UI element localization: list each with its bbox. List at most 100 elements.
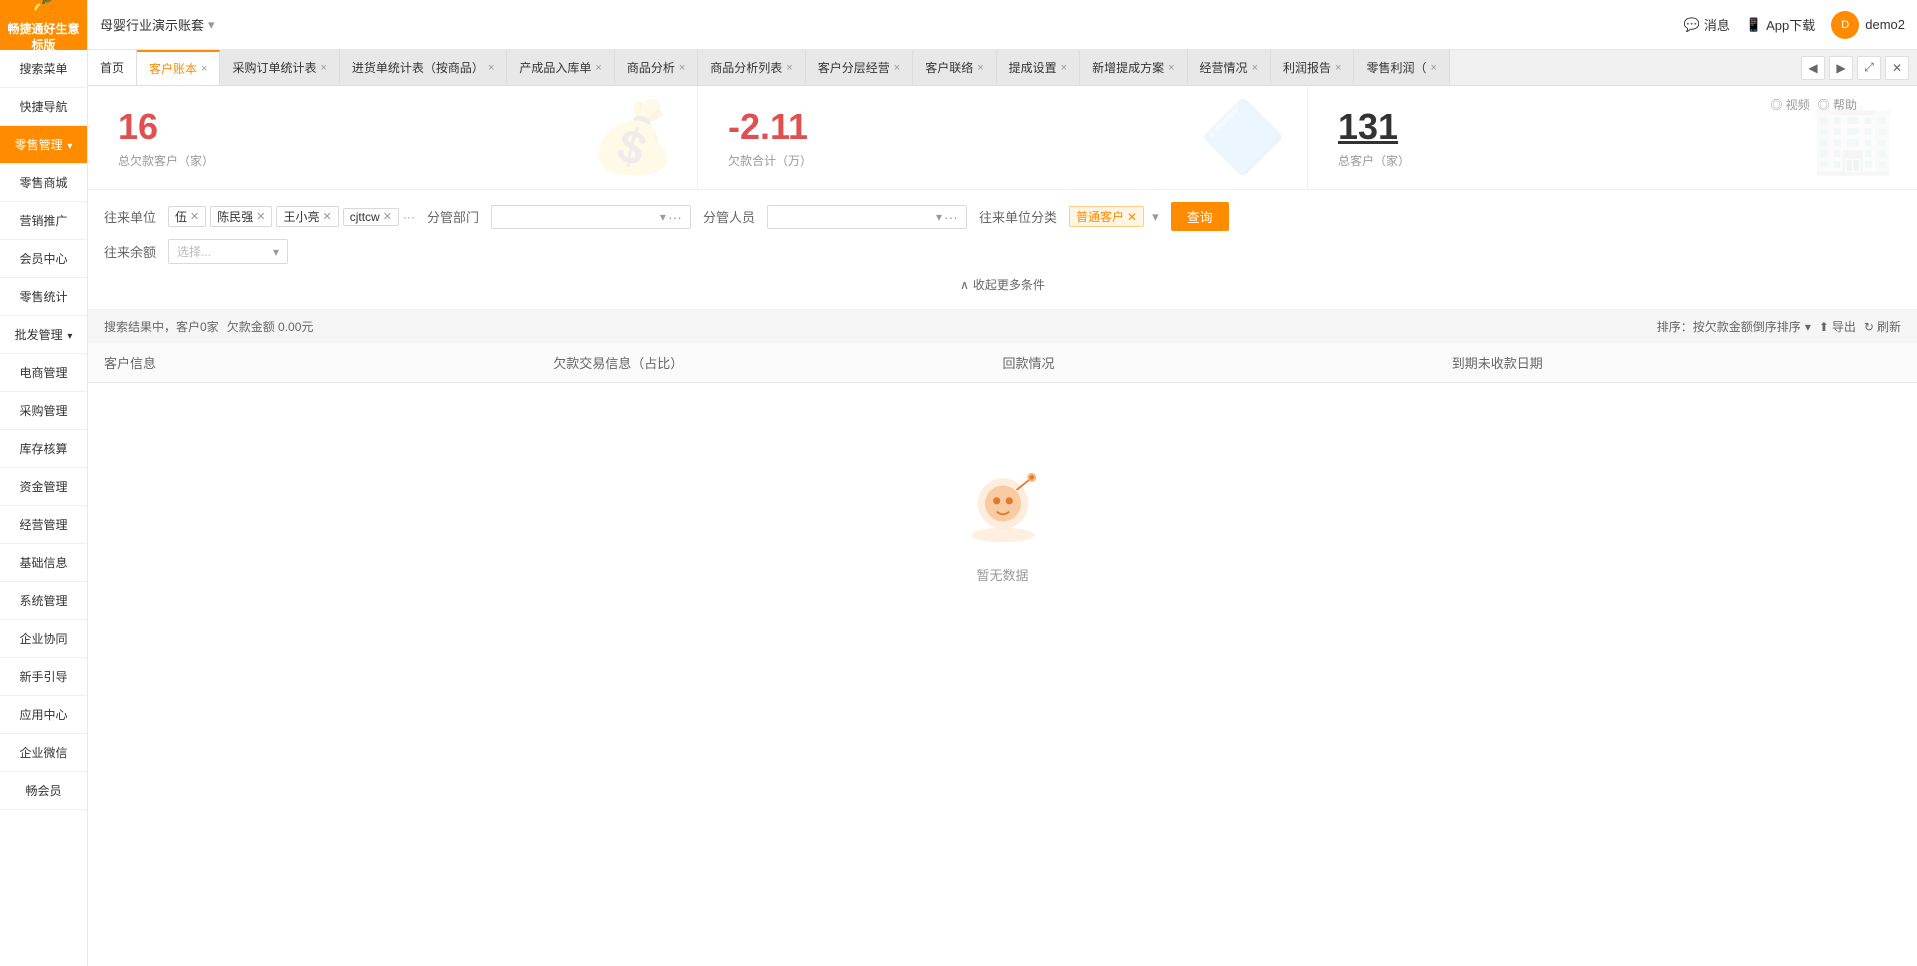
sidebar-item-wholesale-mgmt[interactable]: 批发管理 ▾ xyxy=(0,316,87,354)
tab-product-analysis[interactable]: 商品分析 × xyxy=(615,50,698,86)
result-bar-right: 排序：按欠款金额倒序排序 ▾ ⬆ 导出 ↻ 刷新 xyxy=(1657,318,1901,335)
sort-button[interactable]: 排序：按欠款金额倒序排序 ▾ xyxy=(1657,318,1811,335)
tab-operation-status[interactable]: 经营情况 × xyxy=(1188,50,1271,86)
tab-close-product-analysis[interactable]: × xyxy=(679,62,685,74)
sidebar-item-search[interactable]: 搜索菜单 xyxy=(0,50,87,88)
message-button[interactable]: 💬 消息 xyxy=(1684,15,1730,34)
tab-improvement-settings[interactable]: 提成设置× xyxy=(997,50,1080,86)
sidebar-item-retail-mall[interactable]: 零售商城 xyxy=(0,164,87,202)
sidebar-item-enterprise-coop[interactable]: 企业协同 xyxy=(0,620,87,658)
message-label: 消息 xyxy=(1704,15,1730,34)
tab-profit-report[interactable]: 利润报告× xyxy=(1271,50,1354,86)
app-download-button[interactable]: 📱 App下载 xyxy=(1746,15,1815,34)
tab-maximize[interactable]: ⤢ xyxy=(1857,56,1881,80)
stat-value-overdue-customers: 16 xyxy=(118,106,214,148)
tab-close-customer-contact[interactable]: × xyxy=(977,62,983,74)
stat-card-overdue-customers: 💰 16 总欠款客户（家） xyxy=(88,86,698,189)
tab-purchase-order[interactable]: 采购订单统计表 × xyxy=(220,50,339,86)
sidebar-item-purchase-mgmt[interactable]: 采购管理 xyxy=(0,392,87,430)
person-dots[interactable]: ··· xyxy=(944,209,958,225)
tab-label-operation-status: 经营情况 xyxy=(1200,59,1248,76)
sidebar-item-wechat-biz[interactable]: 企业微信 xyxy=(0,734,87,772)
sidebar-item-ops-mgmt[interactable]: 经营管理 xyxy=(0,506,87,544)
sidebar-item-retail-mgmt[interactable]: 零售管理 ▾ xyxy=(0,126,87,164)
tab-cost-inbound[interactable]: 产成品入库单× xyxy=(507,50,614,86)
tab-scroll-right[interactable]: ▶ xyxy=(1829,56,1853,80)
sidebar-item-member-plus[interactable]: 畅会员 xyxy=(0,772,87,810)
tag-chen-close[interactable]: ✕ xyxy=(256,210,265,223)
balance-select[interactable]: 选择... ▾ xyxy=(168,239,288,264)
content-area: 💰 16 总欠款客户（家） 🔷 -2.11 欠款合计（万） 🏢 xyxy=(88,86,1917,966)
sidebar-item-member-center[interactable]: 会员中心 xyxy=(0,240,87,278)
help-link[interactable]: ◎ 帮助 xyxy=(1818,96,1857,113)
tab-label-product-analysis: 商品分析 xyxy=(627,59,675,76)
tab-product-analysis-list[interactable]: 商品分析列表× xyxy=(698,50,805,86)
sidebar-item-app-center[interactable]: 应用中心 xyxy=(0,696,87,734)
sidebar-item-quick-nav[interactable]: 快捷导航 xyxy=(0,88,87,126)
tab-customer-contact[interactable]: 客户联络× xyxy=(913,50,996,86)
query-button[interactable]: 查询 xyxy=(1171,202,1229,231)
tab-label-customer-capital: 客户账本 xyxy=(149,60,197,77)
tab-close-retail-profit[interactable]: × xyxy=(1430,62,1436,74)
sidebar-item-new-guide[interactable]: 新手引导 xyxy=(0,658,87,696)
app-download-label: App下载 xyxy=(1766,15,1815,34)
video-link[interactable]: ◎ 视频 xyxy=(1770,96,1809,113)
sidebar-item-inventory[interactable]: 库存核算 xyxy=(0,430,87,468)
stat-info-2: -2.11 欠款合计（万） xyxy=(728,106,812,169)
category-chevron-icon[interactable]: ▾ xyxy=(1152,209,1159,225)
filter-row-2: 往来余额 选择... ▾ xyxy=(104,239,1901,264)
tag-normal-customer-close[interactable]: ✕ xyxy=(1127,210,1137,224)
balance-chevron-icon: ▾ xyxy=(273,245,279,259)
tab-home[interactable]: 首页 xyxy=(88,50,137,86)
tag-wang-close[interactable]: ✕ xyxy=(323,210,332,223)
tab-scroll-left[interactable]: ◀ xyxy=(1801,56,1825,80)
sidebar-item-retail-stats[interactable]: 零售统计 xyxy=(0,278,87,316)
tab-close-inbound-stat[interactable]: × xyxy=(488,62,494,74)
collapse-label: 收起更多条件 xyxy=(973,276,1045,293)
account-selector[interactable]: 母婴行业演示账套 ▾ xyxy=(100,15,215,34)
tab-inbound-stat[interactable]: 进货单统计表（按商品）× xyxy=(340,50,507,86)
user-profile[interactable]: D demo2 xyxy=(1831,11,1905,39)
sidebar-item-system-mgmt[interactable]: 系统管理 xyxy=(0,582,87,620)
tab-close-cost-inbound[interactable]: × xyxy=(595,62,601,74)
filter-more-btn[interactable]: ··· xyxy=(403,210,415,224)
topbar-right: 💬 消息 📱 App下载 D demo2 xyxy=(1684,11,1905,39)
tab-close-customer-capital[interactable]: × xyxy=(201,63,207,75)
message-icon: 💬 xyxy=(1684,17,1700,33)
sidebar-item-finance-mgmt[interactable]: 资金管理 xyxy=(0,468,87,506)
refresh-button[interactable]: ↻ 刷新 xyxy=(1864,318,1901,335)
department-select[interactable]: ▾ ··· xyxy=(491,205,691,229)
tab-close-profit-report[interactable]: × xyxy=(1335,62,1341,74)
topbar-left: 母婴行业演示账套 ▾ xyxy=(100,15,215,34)
tab-label-purchase-order: 采购订单统计表 xyxy=(232,59,316,76)
tab-retail-profit[interactable]: 零售利润（× xyxy=(1354,50,1449,86)
tab-customer-capital[interactable]: 客户账本 × xyxy=(137,50,220,86)
tab-close-all[interactable]: ✕ xyxy=(1885,56,1909,80)
department-chevron-icon: ▾ xyxy=(660,210,666,224)
tag-cjttcw-close[interactable]: ✕ xyxy=(383,210,392,223)
tab-customer-segment[interactable]: 客户分层经营× xyxy=(806,50,913,86)
person-chevron-icon: ▾ xyxy=(936,210,942,224)
tab-close-purchase-order[interactable]: × xyxy=(320,62,326,74)
unit-label: 往来单位 xyxy=(104,207,156,226)
refresh-label: 刷新 xyxy=(1877,318,1901,335)
tab-close-new-improvement[interactable]: × xyxy=(1168,62,1174,74)
sidebar-item-marketing[interactable]: 营销推广 xyxy=(0,202,87,240)
empty-state-icon xyxy=(958,463,1048,553)
sidebar-item-ecom-mgmt[interactable]: 电商管理 xyxy=(0,354,87,392)
stat-label-total-customers: 总客户（家） xyxy=(1338,152,1410,169)
table-header: 客户信息 欠款交易信息（占比） 回款情况 到期未收款日期 xyxy=(88,343,1917,383)
col-header-customer: 客户信息 xyxy=(104,353,553,372)
department-dots[interactable]: ··· xyxy=(668,209,682,225)
tab-close-customer-segment[interactable]: × xyxy=(894,62,900,74)
sidebar-item-basic-info[interactable]: 基础信息 xyxy=(0,544,87,582)
export-button[interactable]: ⬆ 导出 xyxy=(1819,318,1856,335)
person-select[interactable]: ▾ ··· xyxy=(767,205,967,229)
tab-close-improvement-settings[interactable]: × xyxy=(1061,62,1067,74)
tab-close-operation-status[interactable]: × xyxy=(1252,62,1258,74)
tab-new-improvement[interactable]: 新增提成方案× xyxy=(1080,50,1187,86)
collapse-button[interactable]: ∧ 收起更多条件 xyxy=(104,272,1901,297)
tag-wu-close[interactable]: ✕ xyxy=(190,210,199,223)
tab-close-product-analysis-list[interactable]: × xyxy=(786,62,792,74)
chevron-down-icon: ▾ xyxy=(208,17,215,33)
